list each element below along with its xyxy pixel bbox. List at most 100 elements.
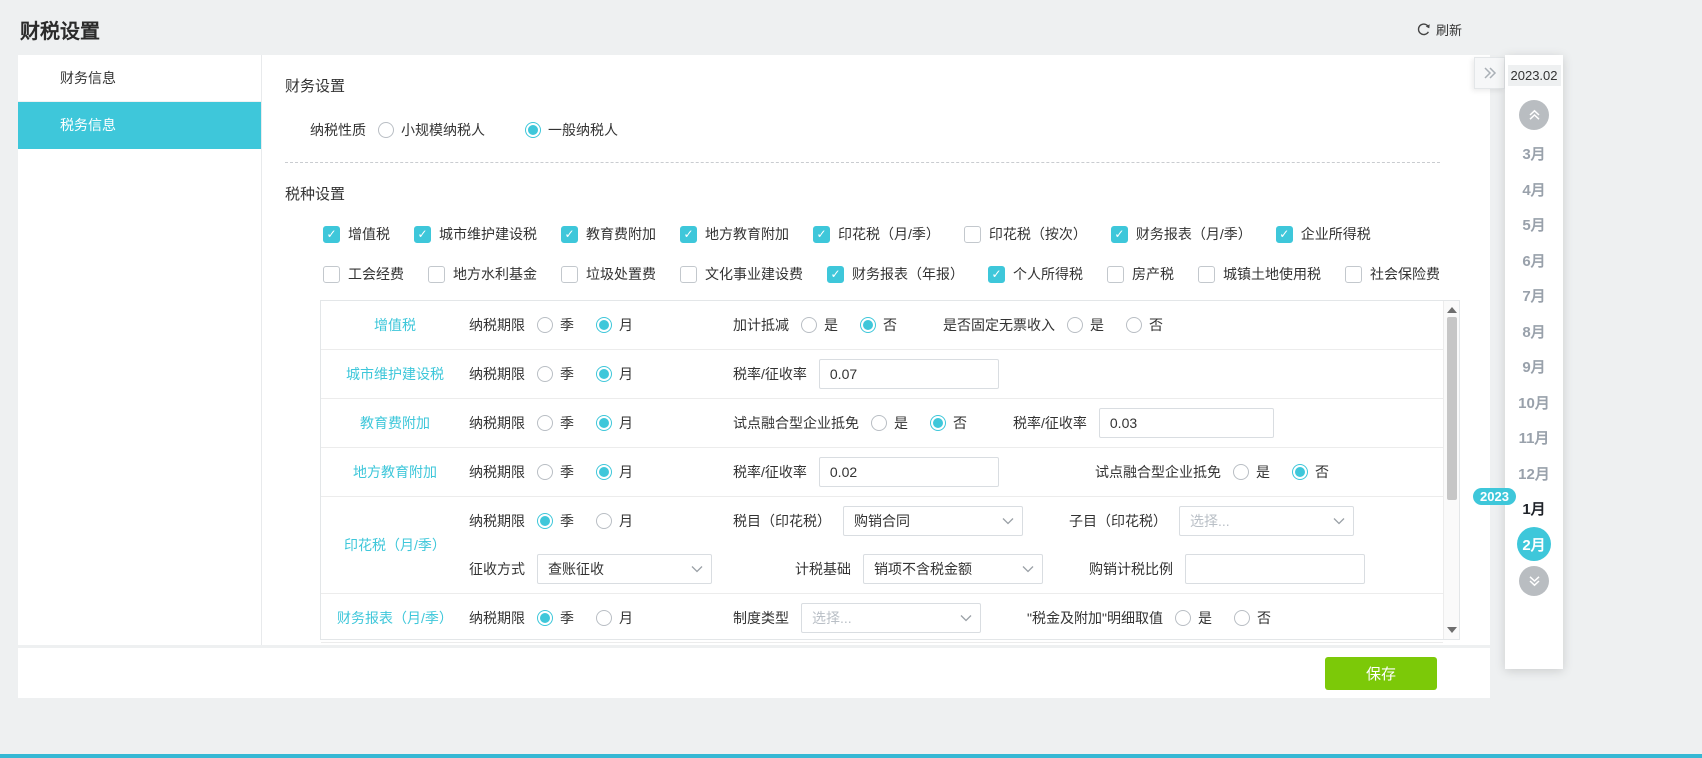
radio-quarter[interactable]: 季	[537, 315, 574, 335]
month-item[interactable]: 7月	[1505, 278, 1563, 314]
tax-type-checkbox[interactable]: ✓ 城市维护建设税	[414, 224, 537, 244]
month-item[interactable]: 5月	[1505, 207, 1563, 243]
rate-input-urban[interactable]	[818, 359, 999, 389]
tax-type-checkbox[interactable]: 印花税（按次）	[963, 224, 1087, 244]
radio-yes[interactable]: 是	[1174, 608, 1212, 628]
tax-name-link-local-edu[interactable]: 地方教育附加	[321, 463, 469, 481]
radio-quarter[interactable]: 季	[537, 413, 574, 433]
tax-type-checkbox[interactable]: ✓ 企业所得税	[1275, 224, 1371, 244]
month-item[interactable]: 9月	[1505, 349, 1563, 385]
tax-name-link-report[interactable]: 财务报表（月/季）	[321, 609, 469, 627]
table-scrollbar[interactable]	[1443, 301, 1459, 639]
radio-yes[interactable]: 是	[1233, 462, 1270, 482]
field-label: 加计抵减	[733, 317, 789, 333]
radio-no[interactable]: 否	[1233, 608, 1271, 628]
radio-quarter[interactable]: 季	[537, 511, 574, 531]
checkbox-label: 印花税（月/季）	[838, 226, 940, 242]
scrollbar-down-arrow-icon[interactable]	[1446, 627, 1457, 633]
radio-off-icon	[801, 317, 817, 333]
rate-input-edu[interactable]	[1098, 408, 1274, 438]
tax-name-link-vat[interactable]: 增值税	[321, 316, 469, 334]
radio-quarter[interactable]: 季	[537, 364, 574, 384]
table-row-urban-tax: 城市维护建设税 纳税期限 季 月 税率/征收率	[321, 350, 1443, 399]
tax-type-checkbox[interactable]: 工会经费	[323, 264, 404, 284]
save-button[interactable]: 保存	[1325, 656, 1437, 690]
rate-input-local-edu[interactable]	[818, 457, 999, 487]
tax-type-checkbox[interactable]: ✓ 个人所得税	[988, 264, 1083, 284]
tax-name-link-stamp[interactable]: 印花税（月/季）	[321, 536, 469, 554]
radio-off-icon	[596, 513, 612, 529]
scrollbar-up-arrow-icon[interactable]	[1446, 307, 1457, 313]
month-item[interactable]: 8月	[1505, 314, 1563, 350]
field-label: 征收方式	[469, 561, 525, 577]
tax-name-link-edu[interactable]: 教育费附加	[321, 414, 469, 432]
scroll-months-up-button[interactable]	[1519, 100, 1549, 130]
tax-type-checkbox[interactable]: ✓ 地方教育附加	[680, 224, 789, 244]
radio-yes[interactable]: 是	[871, 413, 908, 433]
select-placeholder: 选择...	[812, 610, 852, 626]
levy-method-field: 征收方式 查账征收	[469, 554, 749, 584]
month-item[interactable]: 11月	[1505, 420, 1563, 456]
radio-month[interactable]: 月	[596, 364, 633, 384]
tax-subitem-select[interactable]: 选择...	[1179, 506, 1354, 536]
radio-label: 月	[619, 513, 633, 529]
month-item[interactable]: 10月	[1505, 385, 1563, 421]
radio-no[interactable]: 否	[860, 315, 897, 335]
sidebar-item-finance-info[interactable]: 财务信息	[18, 55, 261, 102]
chevron-down-icon	[1333, 518, 1345, 525]
month-item[interactable]: 12月	[1505, 456, 1563, 492]
tax-item-select[interactable]: 购销合同	[843, 506, 1023, 536]
tax-type-checkbox[interactable]: 垃圾处置费	[561, 264, 656, 284]
radio-small-scale-taxpayer[interactable]: 小规模纳税人	[378, 120, 485, 140]
month-item[interactable]: 2月	[1505, 527, 1563, 563]
refresh-button[interactable]: 刷新	[1416, 20, 1462, 39]
tax-types-heading: 税种设置	[285, 186, 346, 203]
sidebar-item-tax-info[interactable]: 税务信息	[18, 102, 261, 149]
tax-type-checkbox[interactable]: ✓ 增值税	[323, 224, 390, 244]
tax-type-checkbox[interactable]: ✓ 财务报表（年报）	[827, 264, 964, 284]
radio-on-icon	[930, 415, 946, 431]
scrollbar-thumb[interactable]	[1446, 317, 1457, 500]
purchase-sale-ratio-input[interactable]	[1185, 554, 1365, 584]
scroll-months-down-button[interactable]	[1519, 566, 1549, 596]
radio-month[interactable]: 月	[596, 511, 633, 531]
radio-month[interactable]: 月	[596, 462, 633, 482]
month-item[interactable]: 1月 2023	[1473, 488, 1563, 527]
tax-name-link-urban[interactable]: 城市维护建设税	[321, 365, 469, 383]
tax-nature-label: 纳税性质	[310, 122, 366, 138]
field-label: 纳税期限	[469, 366, 525, 382]
table-row-vat: 增值税 纳税期限 季 月 加计抵减 是 否 是否固定无票收入 是 否	[321, 301, 1443, 350]
tax-type-checkbox[interactable]: ✓ 财务报表（月/季）	[1110, 224, 1252, 244]
levy-method-select[interactable]: 查账征收	[537, 554, 712, 584]
radio-off-icon	[537, 415, 553, 431]
system-type-select[interactable]: 选择...	[801, 603, 981, 633]
radio-no[interactable]: 否	[930, 413, 967, 433]
month-item[interactable]: 3月	[1505, 136, 1563, 172]
radio-yes[interactable]: 是	[1067, 315, 1104, 335]
checkbox-checked-icon: ✓	[323, 225, 340, 243]
month-item[interactable]: 4月	[1505, 172, 1563, 208]
tax-type-checkbox[interactable]: ✓ 印花税（月/季）	[813, 224, 940, 244]
tax-type-checkbox[interactable]: ✓ 教育费附加	[561, 224, 656, 244]
radio-general-taxpayer[interactable]: 一般纳税人	[525, 120, 618, 140]
tax-type-checkbox[interactable]: 社会保险费	[1345, 264, 1440, 284]
select-value: 查账征收	[548, 561, 604, 577]
tax-basis-select[interactable]: 销项不含税金额	[863, 554, 1043, 584]
radio-month[interactable]: 月	[596, 315, 633, 335]
checkbox-unchecked-icon	[1107, 265, 1124, 283]
radio-no[interactable]: 否	[1292, 462, 1329, 482]
tax-type-checkbox[interactable]: 房产税	[1107, 264, 1174, 284]
radio-month[interactable]: 月	[596, 608, 633, 628]
tax-type-checkbox[interactable]: 文化事业建设费	[680, 264, 803, 284]
radio-no[interactable]: 否	[1126, 315, 1163, 335]
radio-quarter[interactable]: 季	[537, 608, 574, 628]
radio-quarter[interactable]: 季	[537, 462, 574, 482]
radio-month[interactable]: 月	[596, 413, 633, 433]
month-item[interactable]: 6月	[1505, 243, 1563, 279]
tax-type-checkbox[interactable]: 地方水利基金	[428, 264, 537, 284]
tax-type-checkbox[interactable]: 城镇土地使用税	[1198, 264, 1321, 284]
radio-yes[interactable]: 是	[801, 315, 838, 335]
collapse-panel-button[interactable]	[1474, 57, 1505, 89]
tax-subitem-field: 子目（印花税） 选择...	[1069, 506, 1354, 536]
month-label: 8月	[1522, 323, 1546, 341]
